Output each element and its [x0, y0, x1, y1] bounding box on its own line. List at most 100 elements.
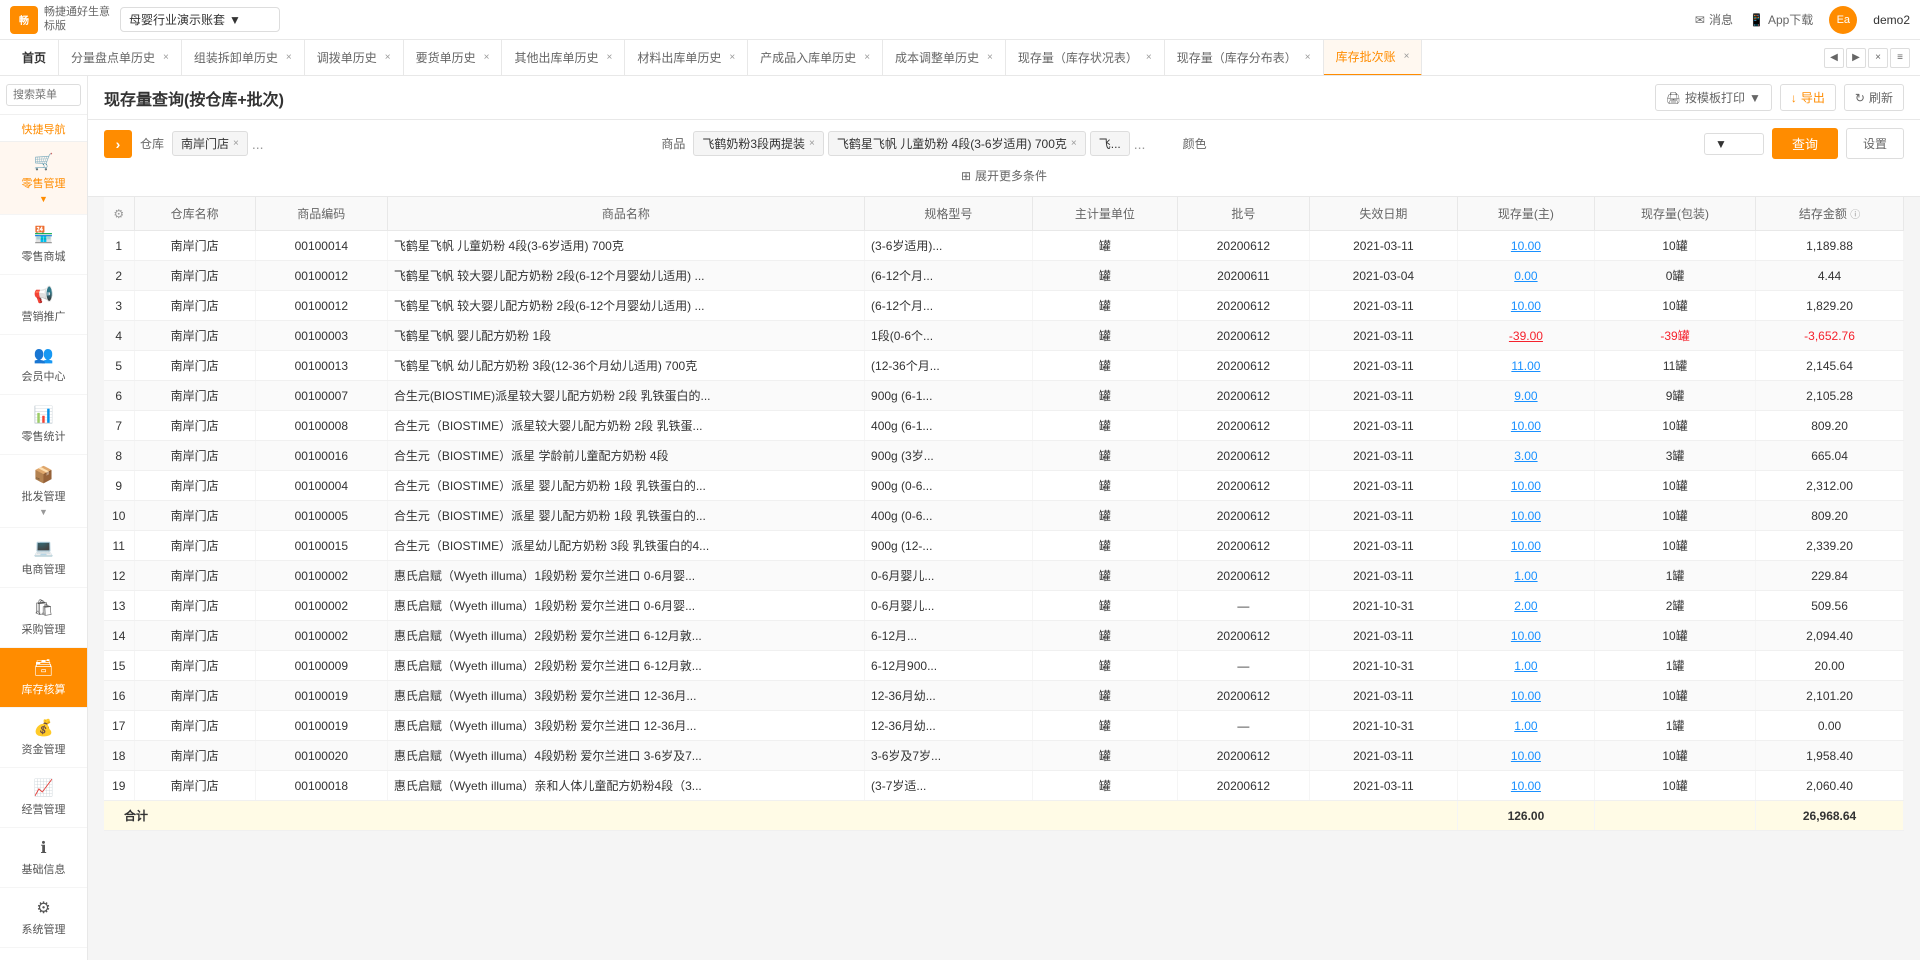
- sidebar-item-inventory[interactable]: 🗃 库存核算: [0, 648, 87, 708]
- settings-button[interactable]: 设置: [1846, 128, 1904, 159]
- row-qty-main[interactable]: 3.00: [1457, 441, 1594, 471]
- expand-conditions-button[interactable]: ⊞ 展开更多条件: [104, 167, 1904, 184]
- print-button[interactable]: 🖨 按模板打印 ▼: [1655, 84, 1772, 111]
- row-qty-main[interactable]: 1.00: [1457, 711, 1594, 741]
- product-more[interactable]: ...: [1134, 136, 1146, 152]
- sidebar-item-retail-stats[interactable]: 📊 零售统计: [0, 395, 87, 455]
- sidebar-item-system[interactable]: ⚙ 系统管理: [0, 888, 87, 948]
- row-qty-main[interactable]: 10.00: [1457, 471, 1594, 501]
- row-qty-main[interactable]: -39.00: [1457, 321, 1594, 351]
- row-expire: 2021-03-04: [1309, 261, 1457, 291]
- export-button[interactable]: ↓ 导出: [1780, 84, 1836, 111]
- tab-home[interactable]: 首页: [10, 40, 59, 76]
- tab-7[interactable]: 产成品入库单历史 ×: [748, 40, 883, 76]
- row-qty-main[interactable]: 1.00: [1457, 561, 1594, 591]
- warehouse-more[interactable]: ...: [252, 136, 264, 152]
- sidebar-item-marketing[interactable]: 📢 营销推广: [0, 275, 87, 335]
- row-qty-main[interactable]: 10.00: [1457, 621, 1594, 651]
- row-qty-main[interactable]: 9.00: [1457, 381, 1594, 411]
- sidebar-item-retail-management[interactable]: 🛒 零售管理 ▼: [0, 142, 87, 215]
- search-input[interactable]: [6, 84, 81, 106]
- row-qty-main[interactable]: 11.00: [1457, 351, 1594, 381]
- tab-11[interactable]: 库存批次账 ×: [1324, 40, 1423, 76]
- warehouse-tag-close[interactable]: ×: [233, 138, 239, 149]
- tab-8-close[interactable]: ×: [987, 52, 993, 63]
- sidebar-item-wholesale[interactable]: 📦 批发管理 ▼: [0, 455, 87, 528]
- product-tag-1[interactable]: 飞鹤奶粉3段两提装 ×: [693, 131, 824, 156]
- row-amount: 509.56: [1756, 591, 1904, 621]
- product-tag-2[interactable]: 飞鹤星飞帆 儿童奶粉 4段(3-6岁适用) 700克 ×: [828, 131, 1086, 156]
- product-tag-2-close[interactable]: ×: [1071, 138, 1077, 149]
- amount-info-icon[interactable]: ⓘ: [1850, 210, 1860, 221]
- refresh-button[interactable]: ↻ 刷新: [1844, 84, 1904, 111]
- message-button[interactable]: ✉ 消息: [1695, 11, 1733, 28]
- row-qty-main[interactable]: 2.00: [1457, 591, 1594, 621]
- printer-icon: 🖨: [1666, 91, 1681, 105]
- tab-2-close[interactable]: ×: [286, 52, 292, 63]
- sidebar-item-operations[interactable]: 📈 经营管理: [0, 768, 87, 828]
- table-container: ⚙ 仓库名称 商品编码 商品名称 规格型号 主计量单位 批号 失效日期 现存量(…: [88, 197, 1920, 960]
- tab-3[interactable]: 调拨单历史 ×: [305, 40, 404, 76]
- tab-9-close[interactable]: ×: [1146, 52, 1152, 63]
- workspace-selector[interactable]: 母婴行业演示账套 ▼: [120, 7, 280, 32]
- sidebar-item-enterprise[interactable]: 🤝 企业协同: [0, 948, 87, 960]
- tab-8[interactable]: 成本调整单历史 ×: [883, 40, 1006, 76]
- row-qty-main[interactable]: 10.00: [1457, 681, 1594, 711]
- row-amount: 0.00: [1756, 711, 1904, 741]
- product-tag-3[interactable]: 飞...: [1090, 131, 1130, 156]
- row-qty-main[interactable]: 10.00: [1457, 291, 1594, 321]
- row-qty-main[interactable]: 10.00: [1457, 531, 1594, 561]
- row-qty-main[interactable]: 10.00: [1457, 411, 1594, 441]
- sidebar-item-ecommerce[interactable]: 💻 电商管理: [0, 528, 87, 588]
- tab-11-close[interactable]: ×: [1404, 51, 1410, 62]
- tab-10[interactable]: 现存量（库存分布表） ×: [1165, 40, 1324, 76]
- tab-5-close[interactable]: ×: [606, 52, 612, 63]
- chevron-down-icon: ▼: [229, 13, 241, 27]
- nav-next-button[interactable]: ▶: [1846, 48, 1866, 68]
- nav-close-button[interactable]: ×: [1868, 48, 1888, 68]
- product-tag-1-close[interactable]: ×: [809, 138, 815, 149]
- tab-6-close[interactable]: ×: [729, 52, 735, 63]
- sidebar-shortcut[interactable]: 快捷导航: [0, 115, 87, 142]
- stats-icon: 📊: [34, 405, 54, 425]
- col-settings[interactable]: ⚙: [104, 197, 134, 231]
- tab-2[interactable]: 组装拆卸单历史 ×: [182, 40, 305, 76]
- tab-1-close[interactable]: ×: [163, 52, 169, 63]
- row-qty-main[interactable]: 1.00: [1457, 651, 1594, 681]
- sidebar-item-finance[interactable]: 💰 资金管理: [0, 708, 87, 768]
- tab-4-label: 要货单历史: [416, 49, 476, 66]
- row-warehouse: 南岸门店: [134, 231, 255, 261]
- sidebar-item-members[interactable]: 👥 会员中心: [0, 335, 87, 395]
- avatar[interactable]: Ea: [1829, 6, 1857, 34]
- tab-10-close[interactable]: ×: [1305, 52, 1311, 63]
- nav-prev-button[interactable]: ◀: [1824, 48, 1844, 68]
- sidebar-item-basic-info[interactable]: ℹ 基础信息: [0, 828, 87, 888]
- query-button[interactable]: 查询: [1772, 128, 1838, 159]
- row-qty-main[interactable]: 10.00: [1457, 741, 1594, 771]
- row-qty-pack: 10罐: [1595, 741, 1756, 771]
- tab-6[interactable]: 材料出库单历史 ×: [625, 40, 748, 76]
- tab-4[interactable]: 要货单历史 ×: [404, 40, 503, 76]
- app-download-button[interactable]: 📱 App下载: [1749, 11, 1813, 28]
- color-filter-select[interactable]: ▼: [1704, 133, 1764, 155]
- row-qty-main[interactable]: 10.00: [1457, 231, 1594, 261]
- tab-1[interactable]: 分量盘点单历史 ×: [59, 40, 182, 76]
- product-filter-tags: 飞鹤奶粉3段两提装 × 飞鹤星飞帆 儿童奶粉 4段(3-6岁适用) 700克 ×…: [693, 131, 1174, 156]
- filter-expand-button[interactable]: ›: [104, 130, 132, 158]
- tab-7-close[interactable]: ×: [864, 52, 870, 63]
- row-expire: 2021-03-11: [1309, 291, 1457, 321]
- row-qty-main[interactable]: 0.00: [1457, 261, 1594, 291]
- tab-9[interactable]: 现存量（库存状况表） ×: [1006, 40, 1165, 76]
- tab-3-close[interactable]: ×: [385, 52, 391, 63]
- table-total-row: 合计 126.00 26,968.64: [104, 801, 1904, 831]
- warehouse-tag-1[interactable]: 南岸门店 ×: [172, 131, 248, 156]
- tab-4-close[interactable]: ×: [484, 52, 490, 63]
- tab-5[interactable]: 其他出库单历史 ×: [502, 40, 625, 76]
- settings-icon[interactable]: ⚙: [113, 207, 124, 221]
- row-qty-main[interactable]: 10.00: [1457, 771, 1594, 801]
- sidebar-item-purchase[interactable]: 🛍 采购管理: [0, 588, 87, 648]
- username-label[interactable]: demo2: [1873, 13, 1910, 27]
- row-qty-main[interactable]: 10.00: [1457, 501, 1594, 531]
- nav-menu-button[interactable]: ≡: [1890, 48, 1910, 68]
- sidebar-item-retail-store[interactable]: 🏪 零售商城: [0, 215, 87, 275]
